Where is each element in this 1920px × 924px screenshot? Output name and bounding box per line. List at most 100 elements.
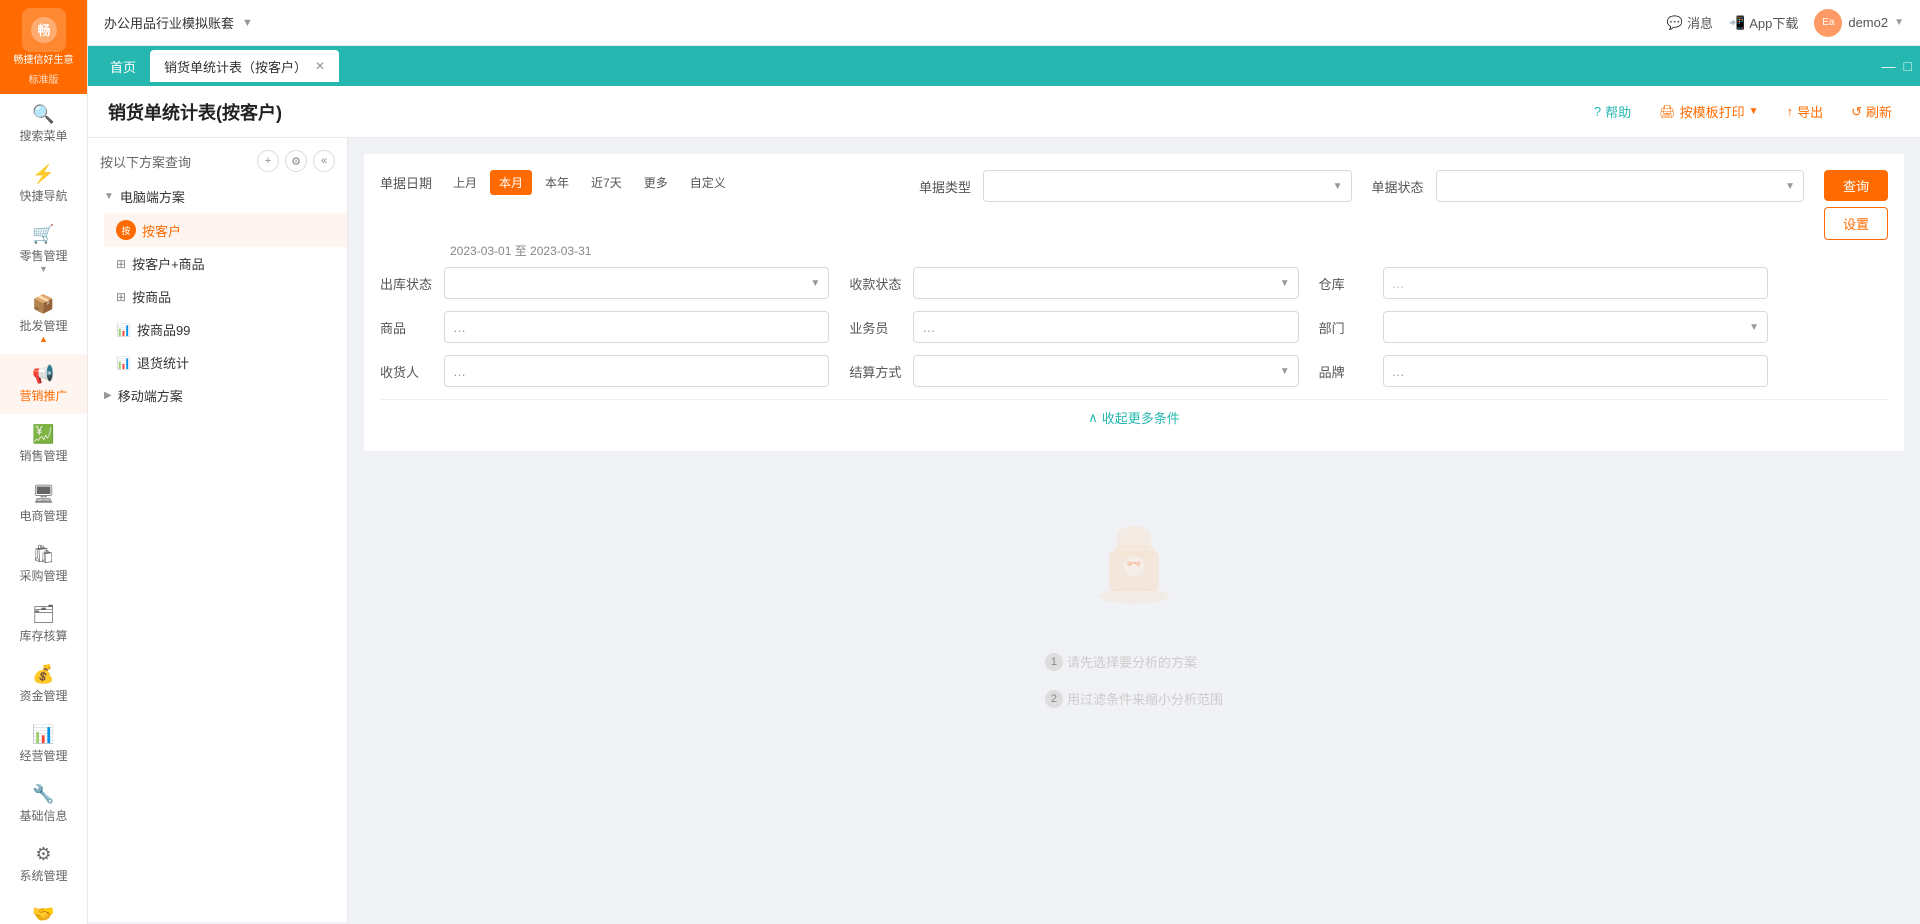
tab-home[interactable]: 首页 <box>96 50 150 82</box>
tab-maximize-btn[interactable]: □ <box>1904 58 1912 74</box>
inner-page: 销货单统计表(按客户) ? 帮助 🖨 按模板打印 ▼ ↑ 导出 <box>88 86 1920 924</box>
help-label: 帮助 <box>1605 102 1631 121</box>
tree-desktop-label[interactable]: ▼ 电脑端方案 <box>88 180 347 213</box>
left-panel-title: 按以下方案查询 <box>100 152 191 171</box>
out-status-arrow-icon: ▼ <box>810 278 820 289</box>
sidebar-item-basic[interactable]: 🔧 基础信息 <box>0 774 87 834</box>
query-btn[interactable]: 查询 <box>1824 170 1888 201</box>
doc-type-control[interactable]: ▼ <box>983 170 1352 202</box>
add-scheme-btn[interactable]: + <box>257 150 279 172</box>
sidebar-item-search[interactable]: 🔍 搜索菜单 <box>0 94 87 154</box>
product-control[interactable]: … <box>444 311 829 343</box>
header-left: 办公用品行业模拟账套 ▼ <box>104 13 253 32</box>
recipient-placeholder: … <box>453 364 468 379</box>
tree-child-by-customer-product[interactable]: ⊞ 按客户+商品 <box>104 247 347 280</box>
tab-minimize-btn[interactable]: — <box>1882 58 1896 74</box>
filter-row-4: 收货人 … 结算方式 ▼ <box>380 355 1768 387</box>
user-menu[interactable]: Ea demo2 ▼ <box>1814 9 1904 37</box>
message-btn[interactable]: 💬 消息 <box>1667 13 1713 32</box>
search-icon: 🔍 <box>32 104 54 125</box>
brand-cell: 品牌 … <box>1319 355 1768 387</box>
logo-icon: 畅 <box>22 8 66 52</box>
tree-mobile-label[interactable]: ▶ 移动端方案 <box>88 379 347 412</box>
sidebar-item-retail-label: 零售管理 <box>19 247 67 264</box>
warehouse-control[interactable]: … <box>1383 267 1768 299</box>
export-btn[interactable]: ↑ 导出 <box>1779 98 1832 125</box>
sidebar: 畅 畅捷信好生意 标准版 🔍 搜索菜单 ⚡ 快捷导航 🛒 零售管理 ▼ 📦 批发… <box>0 0 88 924</box>
refresh-label: 刷新 <box>1866 102 1892 121</box>
tab-close-icon[interactable]: ✕ <box>315 59 325 73</box>
sidebar-item-system[interactable]: ⚙ 系统管理 <box>0 834 87 894</box>
sidebar-item-ecommerce[interactable]: 🖥 电商管理 <box>0 474 87 534</box>
date-tab-custom[interactable]: 自定义 <box>681 170 735 195</box>
system-icon: ⚙ <box>35 844 51 865</box>
payment-status-control[interactable]: ▼ <box>913 267 1298 299</box>
doc-status-filter-cell: 单据状态 ▼ <box>1372 170 1805 202</box>
help-btn[interactable]: ? 帮助 <box>1586 98 1639 125</box>
sidebar-item-sales-label: 销售管理 <box>19 447 67 464</box>
tree-child-return-stats[interactable]: 📊 退货统计 <box>104 346 347 379</box>
date-tab-last-month[interactable]: 上月 <box>444 170 486 195</box>
export-icon: ↑ <box>1787 104 1794 119</box>
print-icon: 🖨 <box>1659 104 1676 120</box>
settings-btn[interactable]: 设置 <box>1824 207 1888 240</box>
sidebar-item-purchase[interactable]: 🛍 采购管理 <box>0 534 87 594</box>
department-control[interactable]: ▼ <box>1383 311 1768 343</box>
template-print-btn[interactable]: 🖨 按模板打印 ▼ <box>1651 98 1766 125</box>
user-dropdown-icon: ▼ <box>1894 17 1904 28</box>
salesperson-control[interactable]: … <box>913 311 1298 343</box>
left-panel: 按以下方案查询 + ⚙ « ▼ 电脑端方案 <box>88 138 348 922</box>
breadcrumb-text: 办公用品行业模拟账套 <box>104 13 234 32</box>
warehouse-label: 仓库 <box>1319 274 1375 293</box>
tree-child-by-customer-product-text: 按客户+商品 <box>132 254 205 273</box>
sidebar-item-finance[interactable]: 💰 资金管理 <box>0 654 87 714</box>
refresh-icon: ↺ <box>1851 104 1862 120</box>
date-tab-more[interactable]: 更多 <box>635 170 677 195</box>
sidebar-item-shortcut-label: 快捷导航 <box>19 187 67 204</box>
chart-icon-2: 📊 <box>116 356 131 370</box>
settlement-cell: 结算方式 ▼ <box>849 355 1298 387</box>
recipient-control[interactable]: … <box>444 355 829 387</box>
date-tab-this-month[interactable]: 本月 <box>490 170 532 195</box>
date-tab-this-year[interactable]: 本年 <box>536 170 578 195</box>
date-tab-last-7[interactable]: 近7天 <box>582 170 631 195</box>
sidebar-item-wholesale[interactable]: 📦 批发管理 ▲ <box>0 284 87 354</box>
doc-status-label: 单据状态 <box>1372 177 1428 196</box>
tree-child-by-customer[interactable]: 按 按客户 <box>104 213 347 247</box>
department-arrow-icon: ▼ <box>1749 322 1759 333</box>
refresh-btn[interactable]: ↺ 刷新 <box>1843 98 1900 125</box>
collapse-bar[interactable]: ∧ 收起更多条件 <box>380 399 1888 435</box>
tab-sales-stats[interactable]: 销货单统计表（按客户） ✕ <box>150 50 339 82</box>
out-status-control[interactable]: ▼ <box>444 267 829 299</box>
logo-area: 畅 畅捷信好生意 标准版 <box>0 0 87 94</box>
product-label: 商品 <box>380 318 436 337</box>
breadcrumb-dropdown-icon[interactable]: ▼ <box>242 17 253 29</box>
main-area: 办公用品行业模拟账套 ▼ 💬 消息 📲 App下载 Ea demo2 ▼ 首 <box>88 0 1920 924</box>
sidebar-item-retail[interactable]: 🛒 零售管理 ▼ <box>0 214 87 284</box>
sidebar-item-inventory[interactable]: 🗂 库存核算 <box>0 594 87 654</box>
sidebar-item-enterprise[interactable]: 🤝 企业协同 <box>0 894 87 924</box>
page-title: 销货单统计表(按客户) <box>108 99 282 125</box>
sidebar-item-marketing[interactable]: 📢 营销推广 <box>0 354 87 414</box>
recipient-cell: 收货人 … <box>380 355 829 387</box>
left-panel-icons: + ⚙ « <box>257 150 335 172</box>
tree-mobile-text: 移动端方案 <box>118 386 183 405</box>
collapse-panel-btn[interactable]: « <box>313 150 335 172</box>
sidebar-item-operations[interactable]: 📊 经营管理 <box>0 714 87 774</box>
doc-status-control[interactable]: ▼ <box>1436 170 1805 202</box>
sidebar-nav: 🔍 搜索菜单 ⚡ 快捷导航 🛒 零售管理 ▼ 📦 批发管理 ▲ 📢 营销推广 💹… <box>0 94 87 924</box>
sidebar-item-sales[interactable]: 💹 销售管理 <box>0 414 87 474</box>
date-tabs: 上月 本月 本年 近7天 更多 自定义 <box>444 170 735 195</box>
app-download-btn[interactable]: 📲 App下载 <box>1729 13 1798 32</box>
action-buttons: 查询 设置 <box>1824 170 1888 240</box>
tree-child-by-product-99[interactable]: 📊 按商品99 <box>104 313 347 346</box>
sidebar-item-marketing-label: 营销推广 <box>19 387 67 404</box>
settlement-control[interactable]: ▼ <box>913 355 1298 387</box>
sidebar-item-shortcut[interactable]: ⚡ 快捷导航 <box>0 154 87 214</box>
tree-child-by-product[interactable]: ⊞ 按商品 <box>104 280 347 313</box>
tree-child-by-customer-text: 按客户 <box>142 221 181 240</box>
grid-icon-1: ⊞ <box>116 257 126 271</box>
settings-scheme-btn[interactable]: ⚙ <box>285 150 307 172</box>
brand-control[interactable]: … <box>1383 355 1768 387</box>
print-dropdown-icon[interactable]: ▼ <box>1749 106 1759 117</box>
